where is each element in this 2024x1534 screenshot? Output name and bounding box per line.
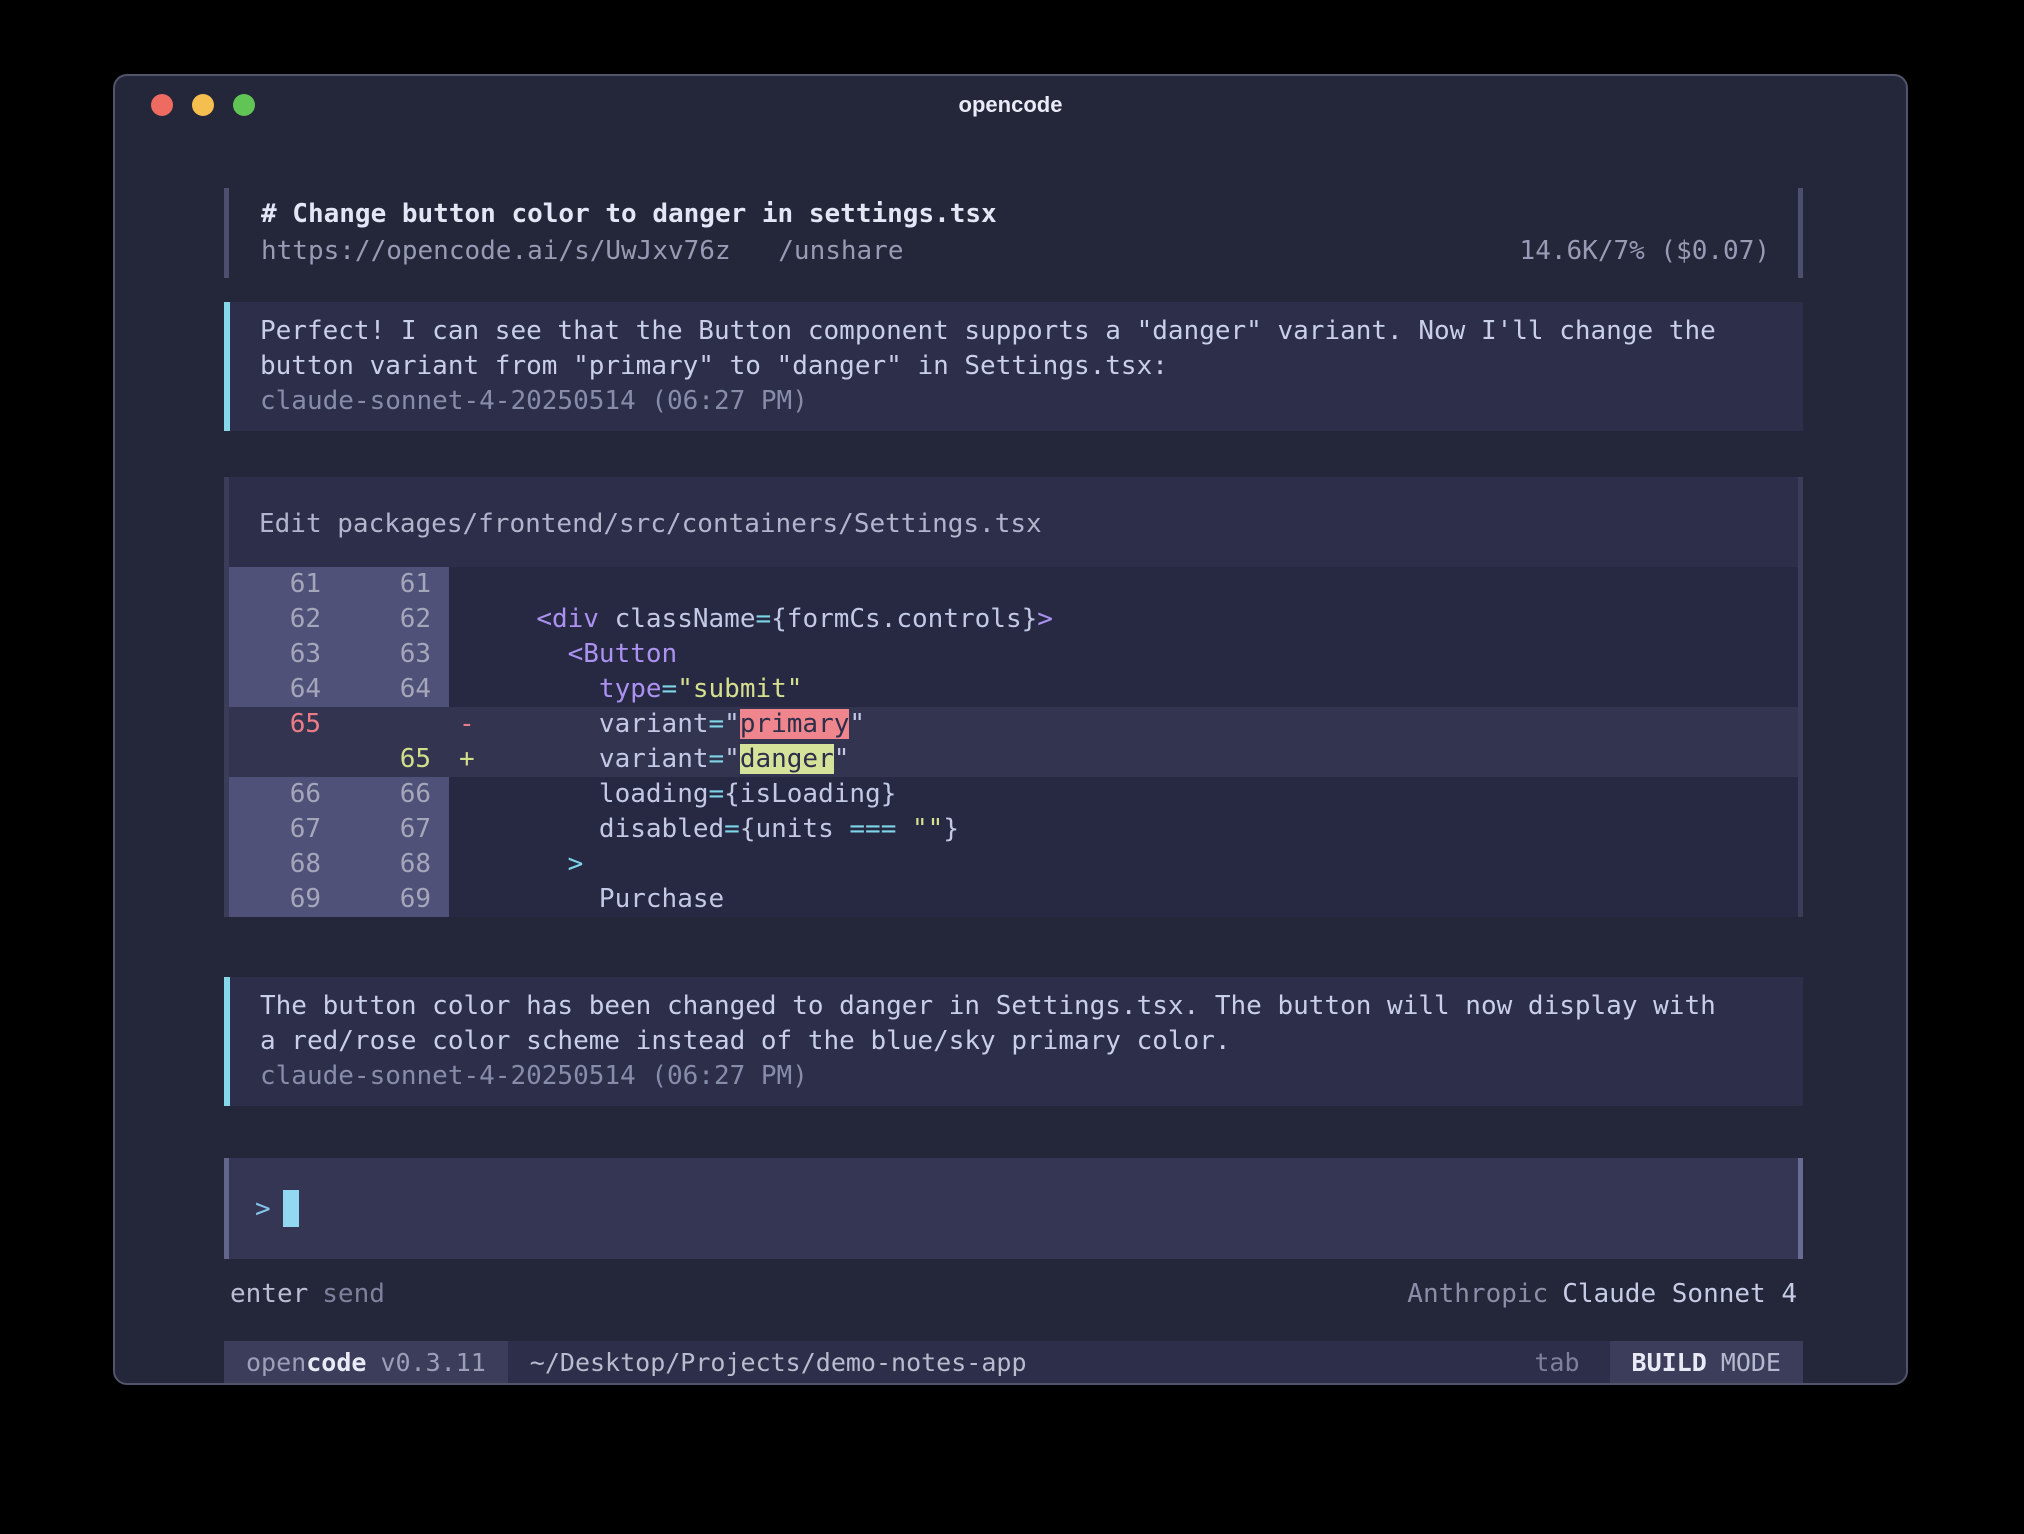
window-titlebar: opencode	[115, 76, 1906, 134]
working-directory: ~/Desktop/Projects/demo-notes-app	[530, 1341, 1027, 1383]
diff-row: 6262 <div className={formCs.controls}>	[229, 602, 1798, 637]
text-cursor	[283, 1190, 299, 1227]
send-hint: enter send	[230, 1277, 385, 1312]
prompt-input[interactable]: >	[224, 1158, 1803, 1259]
send-action-hint: send	[322, 1279, 385, 1309]
diff-row: 6969 Purchase	[229, 882, 1798, 917]
app-version: v0.3.11	[380, 1348, 485, 1377]
new-line-number: 66	[339, 777, 449, 812]
old-line-number: 65	[229, 707, 339, 742]
diff-sign	[449, 847, 505, 882]
new-line-number: 63	[339, 637, 449, 672]
new-line-number: 64	[339, 672, 449, 707]
diff-sign	[449, 672, 505, 707]
old-line-number: 64	[229, 672, 339, 707]
new-line-number	[339, 707, 449, 742]
assistant-message: The button color has been changed to dan…	[224, 977, 1803, 1106]
new-line-number: 61	[339, 567, 449, 602]
diff-sign: -	[449, 707, 505, 742]
tab-key-hint: tab	[1534, 1341, 1579, 1383]
diff-code-line: type="submit"	[505, 672, 1798, 707]
new-line-number: 67	[339, 812, 449, 847]
old-line-number: 68	[229, 847, 339, 882]
model-provider: Anthropic	[1407, 1279, 1548, 1309]
diff-row: 6161	[229, 567, 1798, 602]
new-line-number: 68	[339, 847, 449, 882]
diff-row: 6767 disabled={units === ""}	[229, 812, 1798, 847]
old-line-number: 66	[229, 777, 339, 812]
diff-code-line: variant="primary"	[505, 707, 1798, 742]
diff-row: 6464 type="submit"	[229, 672, 1798, 707]
mode-toggle-segment[interactable]: BUILD MODE	[1610, 1341, 1803, 1383]
edit-tool-title: Edit packages/frontend/src/containers/Se…	[229, 477, 1798, 567]
unshare-command[interactable]: /unshare	[778, 236, 903, 266]
diff-row: 6666 loading={isLoading}	[229, 777, 1798, 812]
assistant-message: Perfect! I can see that the Button compo…	[224, 302, 1803, 431]
diff-sign	[449, 567, 505, 602]
session-header: # Change button color to danger in setti…	[224, 188, 1803, 278]
enter-key-hint: enter	[230, 1279, 308, 1309]
edit-tool-block: Edit packages/frontend/src/containers/Se…	[224, 477, 1803, 917]
diff-row: 6868 >	[229, 847, 1798, 882]
app-version-segment: opencode v0.3.11	[224, 1341, 508, 1383]
diff-code-line	[505, 567, 1798, 602]
diff-code-line: <Button	[505, 637, 1798, 672]
status-bar: opencode v0.3.11 ~/Desktop/Projects/demo-…	[224, 1341, 1803, 1383]
old-line-number: 69	[229, 882, 339, 917]
message-model-meta: claude-sonnet-4-20250514 (06:27 PM)	[260, 1059, 1779, 1094]
statusbar-spacer	[1027, 1341, 1535, 1383]
old-line-number: 63	[229, 637, 339, 672]
close-window-icon[interactable]	[151, 94, 173, 116]
diff-sign	[449, 637, 505, 672]
session-share-row: https://opencode.ai/s/UwJxv76z /unshare	[261, 233, 997, 270]
diff-code-line: >	[505, 847, 1798, 882]
diff-code-line: disabled={units === ""}	[505, 812, 1798, 847]
minimize-window-icon[interactable]	[192, 94, 214, 116]
opencode-window: opencode # Change button color to danger…	[113, 74, 1908, 1385]
zoom-window-icon[interactable]	[233, 94, 255, 116]
message-model-meta: claude-sonnet-4-20250514 (06:27 PM)	[260, 384, 1779, 419]
session-title: # Change button color to danger in setti…	[261, 196, 997, 233]
diff-code-line: variant="danger"	[505, 742, 1798, 777]
diff-sign	[449, 777, 505, 812]
input-hint-row: enter send Anthropic Claude Sonnet 4	[224, 1259, 1803, 1312]
message-line: Perfect! I can see that the Button compo…	[260, 314, 1779, 349]
diff-code-line: <div className={formCs.controls}>	[505, 602, 1798, 637]
diff-row: 65 - variant="primary"	[229, 707, 1798, 742]
window-title: opencode	[959, 92, 1063, 118]
prompt-symbol: >	[255, 1194, 271, 1224]
old-line-number: 62	[229, 602, 339, 637]
old-line-number	[229, 742, 339, 777]
diff-sign	[449, 812, 505, 847]
old-line-number: 67	[229, 812, 339, 847]
session-header-left: # Change button color to danger in setti…	[261, 196, 997, 270]
new-line-number: 65	[339, 742, 449, 777]
app-name-regular: open	[246, 1348, 306, 1377]
session-content: # Change button color to danger in setti…	[115, 134, 1906, 1383]
diff-row: 65+ variant="danger"	[229, 742, 1798, 777]
diff-sign: +	[449, 742, 505, 777]
app-name-bold: code	[306, 1348, 366, 1377]
mode-label-bold: BUILD	[1632, 1348, 1707, 1377]
diff-sign	[449, 602, 505, 637]
model-indicator: Anthropic Claude Sonnet 4	[1407, 1277, 1797, 1312]
traffic-lights	[151, 76, 255, 134]
diff-rows: 61616262 <div className={formCs.controls…	[229, 567, 1798, 917]
message-line: The button color has been changed to dan…	[260, 989, 1779, 1024]
mode-label-rest: MODE	[1721, 1348, 1781, 1377]
share-url-link[interactable]: https://opencode.ai/s/UwJxv76z	[261, 236, 731, 266]
new-line-number: 69	[339, 882, 449, 917]
context-usage: 14.6K/7% ($0.07)	[1520, 233, 1770, 270]
message-line: a red/rose color scheme instead of the b…	[260, 1024, 1779, 1059]
model-name: Claude Sonnet 4	[1562, 1279, 1797, 1309]
diff-code-line: Purchase	[505, 882, 1798, 917]
new-line-number: 62	[339, 602, 449, 637]
diff-sign	[449, 882, 505, 917]
diff-row: 6363 <Button	[229, 637, 1798, 672]
diff-code-line: loading={isLoading}	[505, 777, 1798, 812]
old-line-number: 61	[229, 567, 339, 602]
message-line: button variant from "primary" to "danger…	[260, 349, 1779, 384]
